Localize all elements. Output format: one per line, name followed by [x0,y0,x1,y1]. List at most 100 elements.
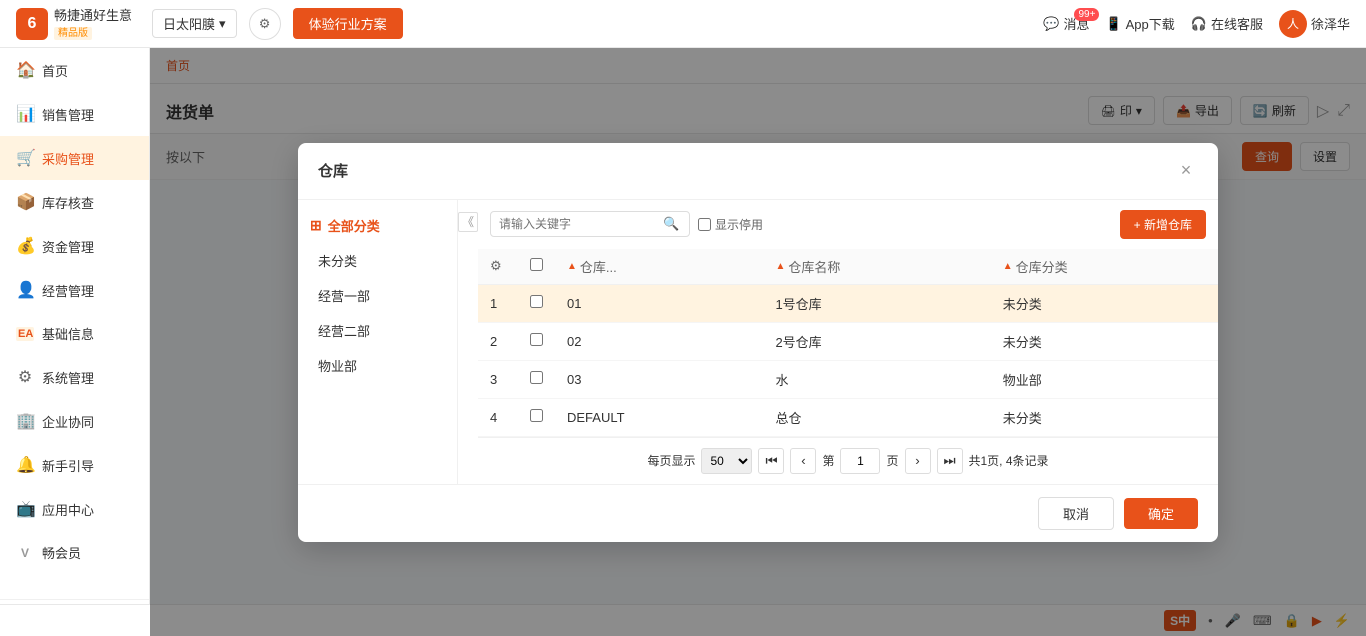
notifications[interactable]: 💬 消息 99+ [1043,14,1089,33]
app-download[interactable]: 📱 App下载 [1105,14,1174,33]
row-category: 未分类 [991,322,1218,360]
th-settings: ⚙ [478,249,518,285]
online-service[interactable]: 🎧 在线客服 [1191,14,1263,33]
category-item-dept1[interactable]: 经营一部 [298,278,457,313]
system-icon: ⚙ [16,367,34,387]
all-categories[interactable]: ⊞ 全部分类 [298,208,457,243]
modal-footer: 取消 确定 [298,484,1218,542]
select-all-checkbox[interactable] [530,258,543,271]
sidebar-item-appcenter[interactable]: 📺 应用中心 [0,487,149,531]
purchase-icon: 🛒 [16,148,34,168]
row-checkbox[interactable] [518,284,555,322]
trial-button[interactable]: 体验行业方案 [293,8,403,39]
sidebar-item-operation[interactable]: 👤 经营管理 [0,268,149,312]
app-download-label: App下载 [1126,14,1175,33]
store-selector[interactable]: 日太阳膜 ▾ [152,9,237,38]
pagination: 每页显示 50 10 20 100 ⏮ ‹ 第 页 [478,437,1218,484]
table-row[interactable]: 1 01 1号仓库 未分类 [478,284,1218,322]
topbar-right: 💬 消息 99+ 📱 App下载 🎧 在线客服 人 徐泽华 [1043,10,1350,38]
last-page-btn[interactable]: ⏭ [937,448,963,474]
search-icon[interactable]: 🔍 [663,216,679,232]
user-info[interactable]: 人 徐泽华 [1279,10,1350,38]
category-item-property[interactable]: 物业部 [298,348,457,383]
collapse-panel-btn[interactable]: 《 [458,212,478,232]
enterprise-icon: 🏢 [16,411,34,431]
modal-close-btn[interactable]: × [1174,159,1198,183]
sidebar-item-home[interactable]: 🏠 首页 [0,48,149,92]
row-name: 1号仓库 [763,284,990,322]
total-info: 共1页, 4条记录 [969,452,1049,469]
sidebar-item-finance[interactable]: 💰 资金管理 [0,224,149,268]
search-input[interactable] [499,217,659,231]
first-page-btn[interactable]: ⏮ [758,448,784,474]
sidebar-item-member[interactable]: V 畅会员 [0,531,149,574]
online-service-label: 在线客服 [1211,14,1263,33]
sidebar-item-guide[interactable]: 🔔 新手引导 [0,443,149,487]
sidebar-label-finance: 资金管理 [42,237,94,256]
finance-icon: 💰 [16,236,34,256]
avatar: 人 [1279,10,1307,38]
headset-icon: 🎧 [1191,16,1207,32]
show-disabled-label: 显示停用 [715,216,763,233]
notification-badge: 99+ [1074,8,1099,21]
sidebar-label-home: 首页 [42,61,68,80]
page-input[interactable] [840,448,880,474]
inventory-icon: 📦 [16,192,34,212]
guide-icon: 🔔 [16,455,34,475]
main-layout: 🏠 首页 📊 销售管理 🛒 采购管理 📦 库存核查 💰 资金管理 👤 经营管理 … [0,48,1366,636]
add-warehouse-btn[interactable]: + 新增仓库 [1120,210,1206,239]
brand-name: 畅捷通好生意 [54,8,132,24]
page-size-select[interactable]: 50 10 20 100 [701,448,752,474]
search-box: 🔍 [490,211,690,237]
show-disabled-checkbox[interactable] [698,218,711,231]
table-row[interactable]: 3 03 水 物业部 [478,360,1218,398]
row-code: DEFAULT [555,398,763,436]
topbar-center: 日太阳膜 ▾ ⚙ 体验行业方案 [152,8,1043,40]
sidebar-label-purchase: 采购管理 [42,149,94,168]
modal-overlay: 仓库 × ⊞ 全部分类 未分类 经营一部 经营二部 物业部 [150,48,1366,636]
table-container: ⚙ ▲ 仓库... [478,249,1218,437]
bell-icon: 💬 [1043,16,1059,32]
warehouse-modal: 仓库 × ⊞ 全部分类 未分类 经营一部 经营二部 物业部 [298,143,1218,542]
sidebar-label-enterprise: 企业协同 [42,412,94,431]
chevron-down-icon: ▾ [219,16,226,32]
row-num: 1 [478,284,518,322]
row-category: 未分类 [991,398,1218,436]
operation-icon: 👤 [16,280,34,300]
sidebar-label-member: 畅会员 [42,543,81,562]
basic-icon: EA [16,327,34,341]
sidebar-label-guide: 新手引导 [42,456,94,475]
table-row[interactable]: 4 DEFAULT 总仓 未分类 [478,398,1218,436]
row-name: 2号仓库 [763,322,990,360]
prev-page-btn[interactable]: ‹ [790,448,816,474]
sidebar-label-inventory: 库存核查 [42,193,94,212]
category-item-dept2[interactable]: 经营二部 [298,313,457,348]
category-panel: ⊞ 全部分类 未分类 经营一部 经营二部 物业部 [298,200,458,484]
sidebar-item-basic[interactable]: EA 基础信息 [0,312,149,355]
sidebar-item-system[interactable]: ⚙ 系统管理 [0,355,149,399]
sort-name-icon: ▲ [775,261,785,272]
settings-btn[interactable]: ⚙ [249,8,281,40]
sidebar-label-appcenter: 应用中心 [42,500,94,519]
table-row[interactable]: 2 02 2号仓库 未分类 [478,322,1218,360]
category-item-unclassified[interactable]: 未分类 [298,243,457,278]
sidebar-item-enterprise[interactable]: 🏢 企业协同 [0,399,149,443]
row-checkbox[interactable] [518,322,555,360]
row-code: 01 [555,284,763,322]
modal-title: 仓库 [318,160,348,181]
confirm-button[interactable]: 确定 [1124,498,1198,529]
row-checkbox[interactable] [518,360,555,398]
user-name: 徐泽华 [1311,14,1350,33]
sidebar-item-purchase[interactable]: 🛒 采购管理 [0,136,149,180]
sort-icon: ▲ [567,261,577,272]
row-code: 02 [555,322,763,360]
modal-body: ⊞ 全部分类 未分类 经营一部 经营二部 物业部 《 [298,200,1218,484]
cancel-button[interactable]: 取消 [1038,497,1114,530]
sidebar-item-sales[interactable]: 📊 销售管理 [0,92,149,136]
show-disabled-toggle[interactable]: 显示停用 [698,216,763,233]
row-checkbox[interactable] [518,398,555,436]
row-category: 物业部 [991,360,1218,398]
sidebar-item-inventory[interactable]: 📦 库存核查 [0,180,149,224]
logo-icon: 6 [16,8,48,40]
next-page-btn[interactable]: › [905,448,931,474]
